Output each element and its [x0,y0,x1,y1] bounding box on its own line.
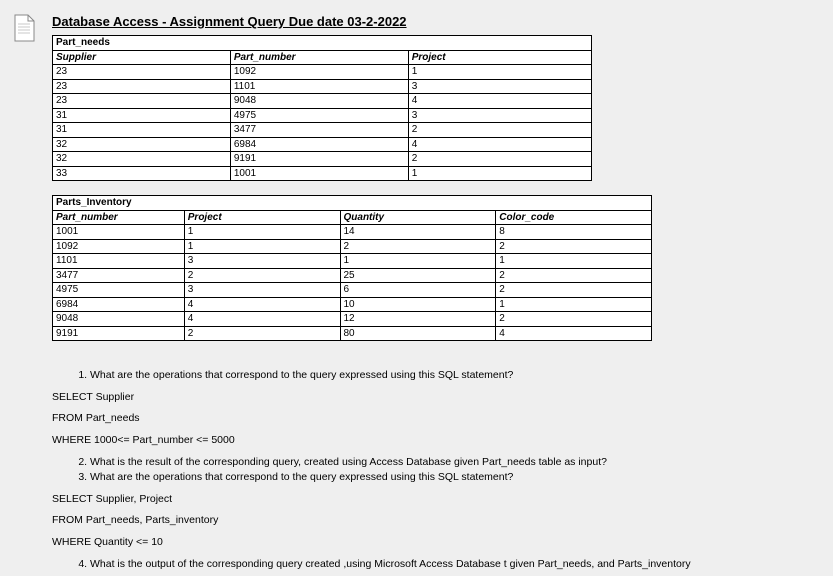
table1-header: Part_number [230,50,408,65]
sql-line: FROM Part_needs [52,412,772,426]
table-row: 90484122 [53,312,652,327]
questions-section: What are the operations that correspond … [52,369,772,571]
table2-name: Parts_Inventory [53,196,652,211]
table2-header: Quantity [340,210,496,225]
table-row: 2390484 [53,94,592,109]
table-row: 1092122 [53,239,652,254]
table-row: 3134772 [53,123,592,138]
table-part-needs: Part_needs Supplier Part_number Project … [52,35,592,181]
document-content: Database Access - Assignment Query Due d… [52,14,772,573]
table-row: 69844101 [53,297,652,312]
table1-header: Project [408,50,591,65]
table-row: 91912804 [53,326,652,341]
question-3: What are the operations that correspond … [90,471,772,485]
table2-header: Part_number [53,210,185,225]
document-icon [13,14,35,42]
sql-line: WHERE Quantity <= 10 [52,536,772,550]
table-row: 3310011 [53,166,592,181]
table-row: 10011148 [53,225,652,240]
question-1: What are the operations that correspond … [90,369,772,383]
table-row: 2311013 [53,79,592,94]
sql-line: WHERE 1000<= Part_number <= 5000 [52,434,772,448]
table-row: 4975362 [53,283,652,298]
table-row: 3149753 [53,108,592,123]
page-title: Database Access - Assignment Query Due d… [52,14,772,29]
table-row: 3291912 [53,152,592,167]
table-row: 2310921 [53,65,592,80]
question-2: What is the result of the corresponding … [90,456,772,470]
table-row: 3269844 [53,137,592,152]
sql-line: FROM Part_needs, Parts_inventory [52,514,772,528]
sql-line: SELECT Supplier, Project [52,493,772,507]
table2-header: Color_code [496,210,652,225]
table1-name: Part_needs [53,36,592,51]
table-row: 1101311 [53,254,652,269]
table2-header: Project [184,210,340,225]
table1-header: Supplier [53,50,231,65]
table-parts-inventory: Parts_Inventory Part_number Project Quan… [52,195,652,341]
sql-line: SELECT Supplier [52,391,772,405]
table-row: 34772252 [53,268,652,283]
question-4: What is the output of the corresponding … [90,558,772,572]
